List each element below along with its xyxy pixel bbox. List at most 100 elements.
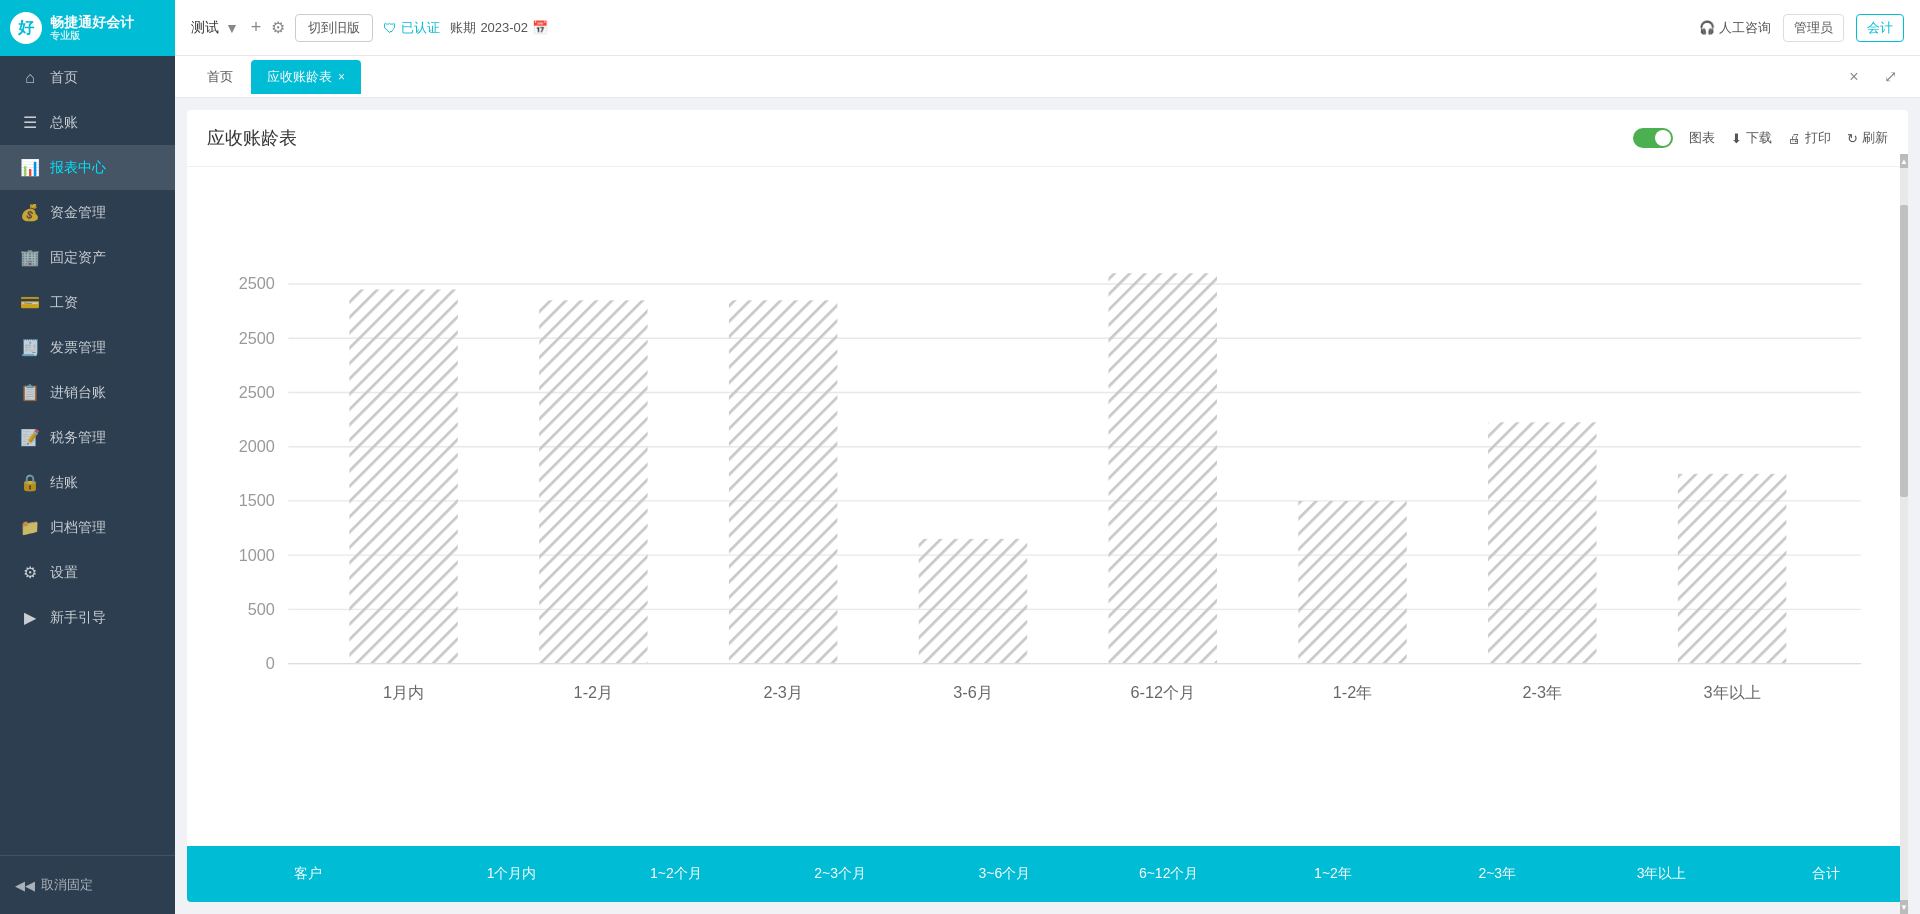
consult-btn[interactable]: 🎧 人工咨询	[1699, 19, 1771, 37]
home-icon: ⌂	[20, 69, 40, 87]
tab-close-icon[interactable]: ×	[338, 70, 345, 84]
tabs-bar: 首页 应收账龄表 × × ⤢	[175, 56, 1920, 98]
add-icon[interactable]: +	[251, 17, 262, 38]
download-label: 下载	[1746, 129, 1772, 147]
sidebar-item-tax[interactable]: 📝 税务管理	[0, 415, 175, 460]
bar-1month	[349, 289, 457, 663]
sidebar-label-payroll: 工资	[50, 294, 78, 312]
refresh-icon: ↻	[1847, 131, 1858, 146]
tax-icon: 📝	[20, 428, 40, 447]
certified-label: 已认证	[401, 19, 440, 37]
sidebar-nav: ⌂ 首页 ☰ 总账 📊 报表中心 💰 资金管理 🏢 固定资产 💳 工资 🧾 发票…	[0, 56, 175, 855]
sidebar-label-archive: 归档管理	[50, 519, 106, 537]
svg-text:500: 500	[248, 600, 275, 618]
report-panel: 应收账龄表 图表 ⬇ 下载 🖨 打印	[187, 110, 1908, 902]
bar-1-2month	[539, 300, 647, 663]
scroll-down-btn[interactable]: ▼	[1900, 900, 1908, 914]
table-header-col-6: 1~2年	[1251, 855, 1415, 893]
window-close-btn[interactable]: ×	[1840, 63, 1868, 91]
cancel-fix-btn[interactable]: ◀◀ 取消固定	[0, 866, 175, 904]
window-expand-btn[interactable]: ⤢	[1876, 63, 1904, 91]
tabs-right: × ⤢	[1840, 63, 1904, 91]
table-header-col-0: 客户	[187, 855, 429, 893]
table-header-col-7: 2~3年	[1415, 855, 1579, 893]
svg-text:2500: 2500	[239, 274, 275, 292]
report-header: 应收账龄表 图表 ⬇ 下载 🖨 打印	[187, 110, 1908, 167]
table-header-col-2: 1~2个月	[594, 855, 758, 893]
table-header-col-5: 6~12个月	[1087, 855, 1251, 893]
app-logo: 好 畅捷通好会计 专业版	[0, 0, 175, 56]
svg-text:2500: 2500	[239, 329, 275, 347]
svg-text:1-2年: 1-2年	[1333, 683, 1373, 701]
sidebar-label-close: 结账	[50, 474, 78, 492]
svg-text:1000: 1000	[239, 546, 275, 564]
scroll-rail: ▲ ▼	[1900, 154, 1908, 914]
accountant-btn[interactable]: 会计	[1856, 14, 1904, 42]
bar-chart: 2500 2500 2500 2000 1500 1000 500 0	[207, 183, 1888, 846]
sidebar-item-ledger[interactable]: ☰ 总账	[0, 100, 175, 145]
payroll-icon: 💳	[20, 293, 40, 312]
sidebar-item-newbie[interactable]: ▶ 新手引导	[0, 595, 175, 640]
switch-old-btn[interactable]: 切到旧版	[295, 14, 373, 42]
sidebar-item-payroll[interactable]: 💳 工资	[0, 280, 175, 325]
svg-text:3年以上: 3年以上	[1704, 683, 1761, 701]
svg-text:1月内: 1月内	[383, 683, 424, 701]
settings-icon: ⚙	[20, 563, 40, 582]
download-icon: ⬇	[1731, 131, 1742, 146]
period-display: 账期 2023-02 📅	[450, 19, 548, 37]
tab-home[interactable]: 首页	[191, 60, 249, 94]
settings-icon[interactable]: ⚙	[271, 18, 285, 37]
svg-text:2000: 2000	[239, 437, 275, 455]
sidebar-bottom: ◀◀ 取消固定	[0, 855, 175, 914]
scroll-track[interactable]	[1900, 168, 1908, 900]
headset-icon: 🎧	[1699, 20, 1715, 35]
chart-toggle[interactable]	[1633, 128, 1673, 148]
sidebar-item-fund[interactable]: 💰 资金管理	[0, 190, 175, 235]
invoice-icon: 🧾	[20, 338, 40, 357]
manager-btn[interactable]: 管理员	[1783, 14, 1844, 42]
tab-receivable-aging[interactable]: 应收账龄表 ×	[251, 60, 361, 94]
ledger-icon: ☰	[20, 113, 40, 132]
dropdown-icon[interactable]: ▼	[225, 20, 239, 36]
pin-icon: ◀◀	[15, 878, 35, 893]
bar-3yearplus	[1678, 474, 1786, 664]
sidebar-item-fixed-asset[interactable]: 🏢 固定资产	[0, 235, 175, 280]
scroll-thumb[interactable]	[1900, 205, 1908, 498]
sidebar-label-invoice: 发票管理	[50, 339, 106, 357]
archive-icon: 📁	[20, 518, 40, 537]
sidebar-label-fund: 资金管理	[50, 204, 106, 222]
sidebar-item-close[interactable]: 🔒 结账	[0, 460, 175, 505]
table-header-col-8: 3年以上	[1579, 855, 1743, 893]
main-area: 测试 ▼ + ⚙ 切到旧版 🛡 已认证 账期 2023-02 📅 🎧 人工咨询 …	[175, 0, 1920, 914]
svg-text:3-6月: 3-6月	[953, 683, 992, 701]
print-btn[interactable]: 🖨 打印	[1788, 129, 1831, 147]
logo-icon: 好	[10, 12, 42, 44]
shield-icon: 🛡	[383, 20, 397, 36]
print-label: 打印	[1805, 129, 1831, 147]
sidebar-item-purchase-sale[interactable]: 📋 进销台账	[0, 370, 175, 415]
sidebar-item-report[interactable]: 📊 报表中心	[0, 145, 175, 190]
fixed-asset-icon: 🏢	[20, 248, 40, 267]
sidebar-label-fixed-asset: 固定资产	[50, 249, 106, 267]
newbie-icon: ▶	[20, 608, 40, 627]
topbar-right: 🎧 人工咨询 管理员 会计	[1699, 14, 1904, 42]
sidebar-item-archive[interactable]: 📁 归档管理	[0, 505, 175, 550]
fund-icon: 💰	[20, 203, 40, 222]
bar-2-3month	[729, 300, 837, 663]
download-btn[interactable]: ⬇ 下载	[1731, 129, 1772, 147]
purchase-sale-icon: 📋	[20, 383, 40, 402]
sidebar-label-report: 报表中心	[50, 159, 106, 177]
table-header: 客户1个月内1~2个月2~3个月3~6个月6~12个月1~2年2~3年3年以上合…	[187, 846, 1908, 902]
bar-6-12month	[1109, 273, 1217, 663]
refresh-btn[interactable]: ↻ 刷新	[1847, 129, 1888, 147]
scroll-up-btn[interactable]: ▲	[1900, 154, 1908, 168]
sidebar-item-home[interactable]: ⌂ 首页	[0, 56, 175, 100]
sidebar-item-settings[interactable]: ⚙ 设置	[0, 550, 175, 595]
sidebar-label-newbie: 新手引导	[50, 609, 106, 627]
bar-2-3year	[1488, 422, 1596, 663]
calendar-icon[interactable]: 📅	[532, 20, 548, 35]
table-header-col-9: 合计	[1744, 855, 1908, 893]
refresh-label: 刷新	[1862, 129, 1888, 147]
period-value: 2023-02	[480, 20, 528, 35]
sidebar-item-invoice[interactable]: 🧾 发票管理	[0, 325, 175, 370]
